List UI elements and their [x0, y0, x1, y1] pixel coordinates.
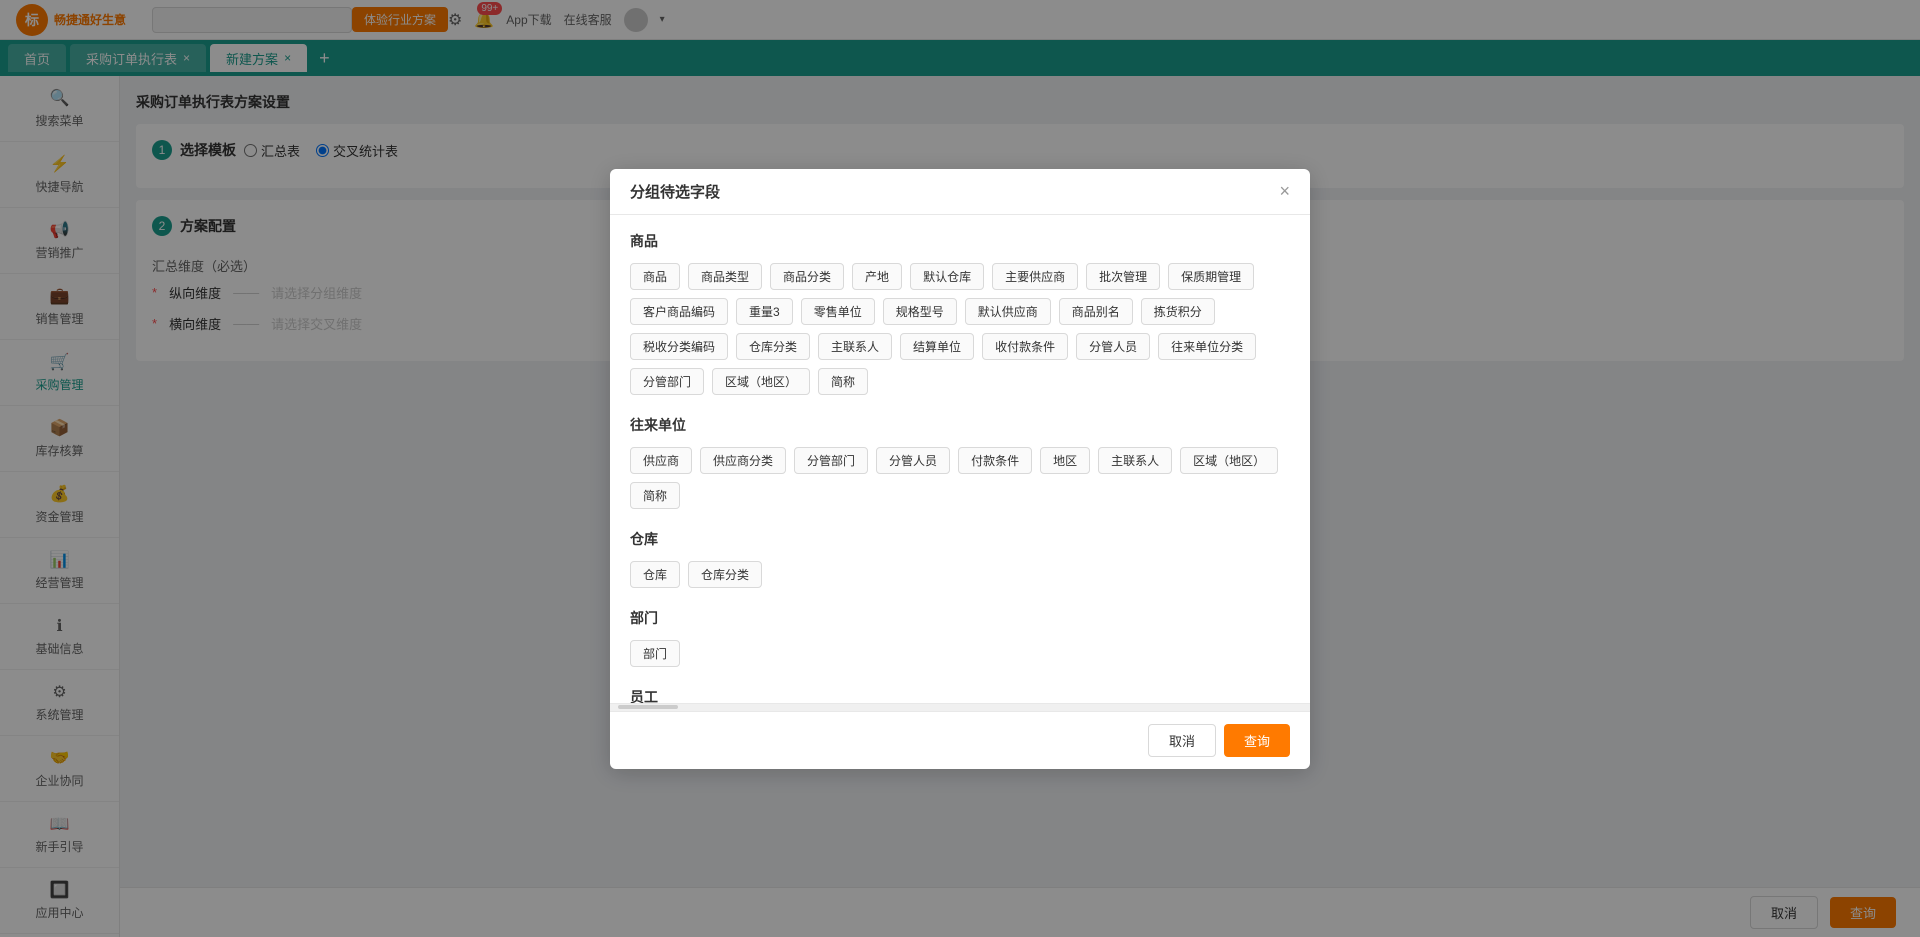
field-tag-product-1[interactable]: 商品类型 [688, 263, 762, 290]
field-group-warehouse: 仓库 仓库 仓库分类 [630, 529, 1290, 588]
field-tag-contact-6[interactable]: 主联系人 [1098, 447, 1172, 474]
field-tag-product-8[interactable]: 客户商品编码 [630, 298, 728, 325]
field-tag-product-9[interactable]: 重量3 [736, 298, 793, 325]
field-tag-product-5[interactable]: 主要供应商 [992, 263, 1078, 290]
field-tag-contact-4[interactable]: 付款条件 [958, 447, 1032, 474]
field-tag-product-20[interactable]: 分管人员 [1076, 333, 1150, 360]
field-tag-warehouse-0[interactable]: 仓库 [630, 561, 680, 588]
field-tag-product-16[interactable]: 仓库分类 [736, 333, 810, 360]
field-tag-contact-8[interactable]: 简称 [630, 482, 680, 509]
field-tag-product-10[interactable]: 零售单位 [801, 298, 875, 325]
field-group-product: 商品 商品 商品类型 商品分类 产地 默认仓库 主要供应商 批次管理 保质期管理… [630, 231, 1290, 395]
field-group-employee: 员工 业务员 [630, 687, 1290, 703]
field-tag-contact-1[interactable]: 供应商分类 [700, 447, 786, 474]
field-tag-product-24[interactable]: 简称 [818, 368, 868, 395]
field-group-warehouse-title: 仓库 [630, 529, 1290, 549]
field-tag-contact-0[interactable]: 供应商 [630, 447, 692, 474]
modal-title: 分组待选字段 [630, 181, 720, 202]
modal-close-button[interactable]: × [1279, 182, 1290, 200]
field-tag-product-3[interactable]: 产地 [852, 263, 902, 290]
field-tags-department: 部门 [630, 640, 1290, 667]
field-tags-contact: 供应商 供应商分类 分管部门 分管人员 付款条件 地区 主联系人 区域（地区） … [630, 447, 1290, 509]
field-tag-warehouse-1[interactable]: 仓库分类 [688, 561, 762, 588]
field-tag-product-18[interactable]: 结算单位 [900, 333, 974, 360]
field-group-employee-title: 员工 [630, 687, 1290, 703]
modal-cancel-button[interactable]: 取消 [1148, 724, 1216, 757]
field-tag-contact-7[interactable]: 区域（地区） [1180, 447, 1278, 474]
modal-confirm-button[interactable]: 查询 [1224, 724, 1290, 757]
field-tag-contact-5[interactable]: 地区 [1040, 447, 1090, 474]
modal-dialog: 分组待选字段 × 商品 商品 商品类型 商品分类 产地 默认仓库 主要供应商 批… [610, 169, 1310, 769]
field-tag-contact-3[interactable]: 分管人员 [876, 447, 950, 474]
field-tag-product-11[interactable]: 规格型号 [883, 298, 957, 325]
field-tag-product-22[interactable]: 分管部门 [630, 368, 704, 395]
field-tag-product-21[interactable]: 往来单位分类 [1158, 333, 1256, 360]
field-tags-warehouse: 仓库 仓库分类 [630, 561, 1290, 588]
field-group-product-title: 商品 [630, 231, 1290, 251]
modal-footer: 取消 查询 [610, 711, 1310, 769]
field-tag-product-6[interactable]: 批次管理 [1086, 263, 1160, 290]
field-group-contact-title: 往来单位 [630, 415, 1290, 435]
modal-horizontal-scrollbar[interactable] [610, 703, 1310, 711]
modal-header: 分组待选字段 × [610, 169, 1310, 215]
modal-body: 商品 商品 商品类型 商品分类 产地 默认仓库 主要供应商 批次管理 保质期管理… [610, 215, 1310, 703]
field-group-department-title: 部门 [630, 608, 1290, 628]
modal-overlay: 分组待选字段 × 商品 商品 商品类型 商品分类 产地 默认仓库 主要供应商 批… [0, 0, 1920, 937]
field-tag-product-7[interactable]: 保质期管理 [1168, 263, 1254, 290]
field-group-contact: 往来单位 供应商 供应商分类 分管部门 分管人员 付款条件 地区 主联系人 区域… [630, 415, 1290, 509]
field-tag-department-0[interactable]: 部门 [630, 640, 680, 667]
field-group-department: 部门 部门 [630, 608, 1290, 667]
scroll-thumb [618, 705, 678, 709]
field-tag-product-15[interactable]: 税收分类编码 [630, 333, 728, 360]
field-tags-product: 商品 商品类型 商品分类 产地 默认仓库 主要供应商 批次管理 保质期管理 客户… [630, 263, 1290, 395]
field-tag-product-0[interactable]: 商品 [630, 263, 680, 290]
field-tag-contact-2[interactable]: 分管部门 [794, 447, 868, 474]
field-tag-product-4[interactable]: 默认仓库 [910, 263, 984, 290]
field-tag-product-12[interactable]: 默认供应商 [965, 298, 1051, 325]
field-tag-product-2[interactable]: 商品分类 [770, 263, 844, 290]
field-tag-product-14[interactable]: 拣货积分 [1141, 298, 1215, 325]
field-tag-product-23[interactable]: 区域（地区） [712, 368, 810, 395]
field-tag-product-19[interactable]: 收付款条件 [982, 333, 1068, 360]
field-tag-product-13[interactable]: 商品别名 [1059, 298, 1133, 325]
field-tag-product-17[interactable]: 主联系人 [818, 333, 892, 360]
